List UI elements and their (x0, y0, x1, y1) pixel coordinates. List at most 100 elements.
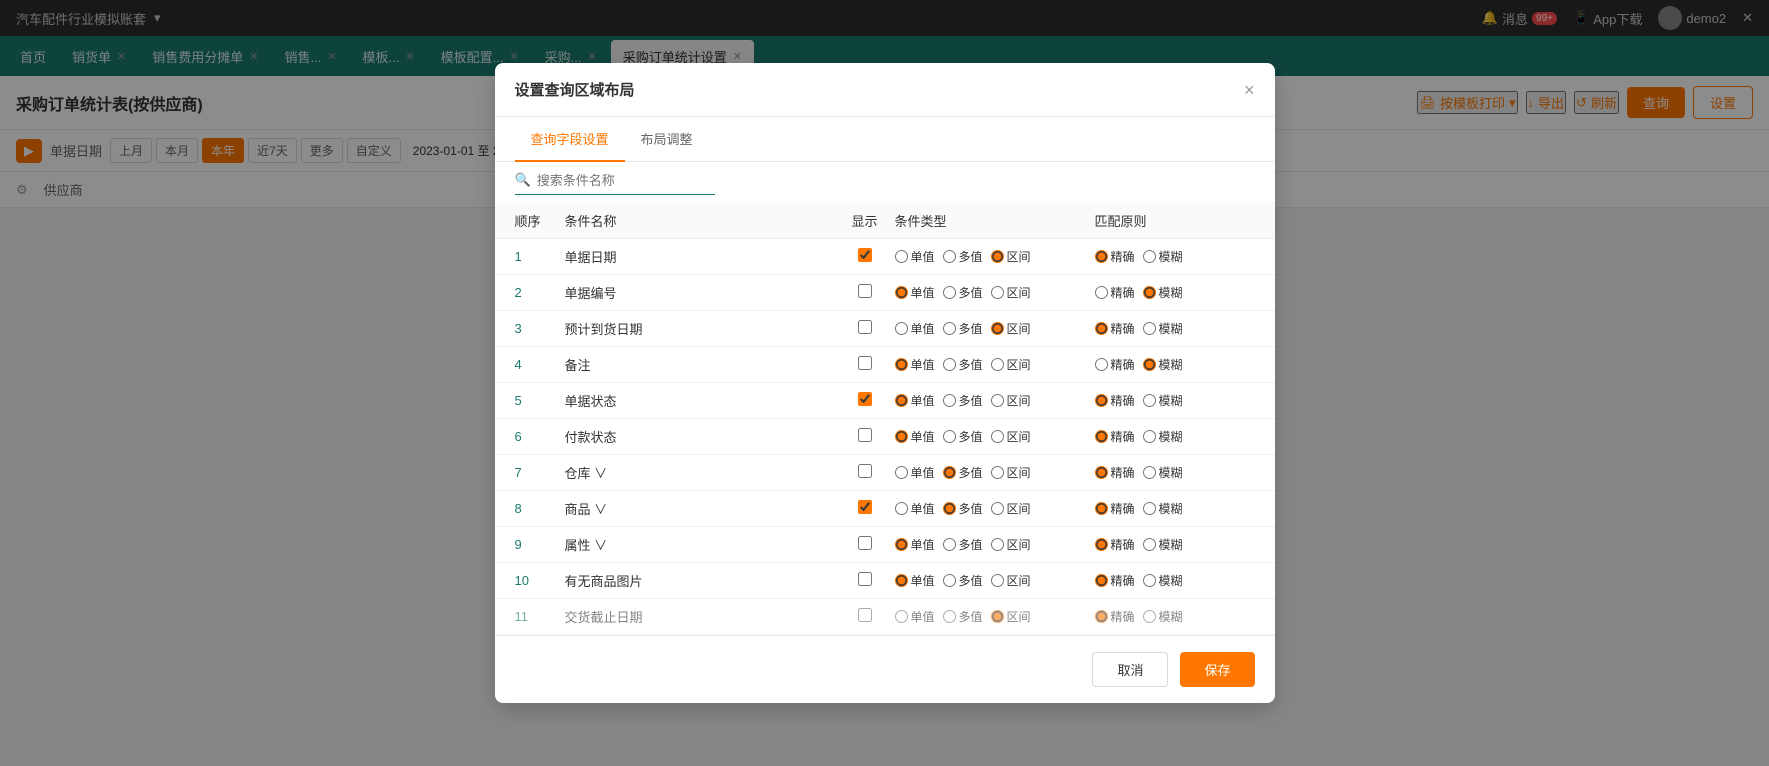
rule-radio-2-1[interactable] (1143, 322, 1156, 335)
display-checkbox-7[interactable] (858, 500, 872, 514)
rule-radio-7-1[interactable] (1143, 502, 1156, 515)
rule-radio-1-1[interactable] (1143, 286, 1156, 299)
rule-radio-10-0[interactable] (1095, 610, 1108, 623)
rule-radio-label-9-1[interactable]: 模糊 (1143, 572, 1183, 589)
type-radio-label-2-2[interactable]: 区间 (991, 320, 1031, 337)
type-radio-10-0[interactable] (895, 610, 908, 623)
type-radio-label-6-1[interactable]: 多值 (943, 464, 983, 481)
display-checkbox-10[interactable] (858, 608, 872, 622)
type-radio-3-0[interactable] (895, 358, 908, 371)
type-radio-label-9-1[interactable]: 多值 (943, 572, 983, 589)
type-radio-label-10-1[interactable]: 多值 (943, 608, 983, 625)
display-checkbox-5[interactable] (858, 428, 872, 442)
tab-query-settings[interactable]: 查询字段设置 (515, 117, 625, 162)
rule-radio-0-0[interactable] (1095, 250, 1108, 263)
type-radio-label-7-1[interactable]: 多值 (943, 500, 983, 517)
rule-radio-label-7-1[interactable]: 模糊 (1143, 500, 1183, 517)
type-radio-label-6-2[interactable]: 区间 (991, 464, 1031, 481)
type-radio-label-6-0[interactable]: 单值 (895, 464, 935, 481)
display-checkbox-3[interactable] (858, 356, 872, 370)
type-radio-2-0[interactable] (895, 322, 908, 335)
rule-radio-label-8-1[interactable]: 模糊 (1143, 536, 1183, 553)
type-radio-7-1[interactable] (943, 502, 956, 515)
display-checkbox-9[interactable] (858, 572, 872, 586)
type-radio-label-4-1[interactable]: 多值 (943, 392, 983, 409)
rule-radio-9-1[interactable] (1143, 574, 1156, 587)
rule-radio-label-1-1[interactable]: 模糊 (1143, 284, 1183, 301)
display-checkbox-2[interactable] (858, 320, 872, 334)
rule-radio-9-0[interactable] (1095, 574, 1108, 587)
rule-radio-label-0-1[interactable]: 模糊 (1143, 248, 1183, 265)
type-radio-label-3-0[interactable]: 单值 (895, 356, 935, 373)
type-radio-label-3-2[interactable]: 区间 (991, 356, 1031, 373)
tab-layout-adjust[interactable]: 布局调整 (625, 117, 709, 162)
rule-radio-8-1[interactable] (1143, 538, 1156, 551)
rule-radio-label-5-1[interactable]: 模糊 (1143, 428, 1183, 445)
type-radio-label-2-0[interactable]: 单值 (895, 320, 935, 337)
type-radio-6-0[interactable] (895, 466, 908, 479)
type-radio-9-1[interactable] (943, 574, 956, 587)
type-radio-label-5-1[interactable]: 多值 (943, 428, 983, 445)
rule-radio-4-1[interactable] (1143, 394, 1156, 407)
type-radio-8-1[interactable] (943, 538, 956, 551)
type-radio-2-1[interactable] (943, 322, 956, 335)
type-radio-label-1-1[interactable]: 多值 (943, 284, 983, 301)
rule-radio-3-1[interactable] (1143, 358, 1156, 371)
rule-radio-7-0[interactable] (1095, 502, 1108, 515)
type-radio-10-2[interactable] (991, 610, 1004, 623)
type-radio-label-0-0[interactable]: 单值 (895, 248, 935, 265)
type-radio-label-4-0[interactable]: 单值 (895, 392, 935, 409)
rule-radio-label-6-0[interactable]: 精确 (1095, 464, 1135, 481)
type-radio-label-4-2[interactable]: 区间 (991, 392, 1031, 409)
rule-radio-label-0-0[interactable]: 精确 (1095, 248, 1135, 265)
type-radio-label-0-2[interactable]: 区间 (991, 248, 1031, 265)
type-radio-label-2-1[interactable]: 多值 (943, 320, 983, 337)
display-checkbox-0[interactable] (858, 248, 872, 262)
rule-radio-label-4-1[interactable]: 模糊 (1143, 392, 1183, 409)
display-checkbox-4[interactable] (858, 392, 872, 406)
rule-radio-label-5-0[interactable]: 精确 (1095, 428, 1135, 445)
type-radio-1-0[interactable] (895, 286, 908, 299)
type-radio-5-2[interactable] (991, 430, 1004, 443)
type-radio-label-9-0[interactable]: 单值 (895, 572, 935, 589)
type-radio-4-0[interactable] (895, 394, 908, 407)
type-radio-label-8-1[interactable]: 多值 (943, 536, 983, 553)
rule-radio-1-0[interactable] (1095, 286, 1108, 299)
type-radio-3-2[interactable] (991, 358, 1004, 371)
type-radio-7-2[interactable] (991, 502, 1004, 515)
type-radio-label-7-2[interactable]: 区间 (991, 500, 1031, 517)
type-radio-5-1[interactable] (943, 430, 956, 443)
display-checkbox-6[interactable] (858, 464, 872, 478)
type-radio-10-1[interactable] (943, 610, 956, 623)
rule-radio-label-10-1[interactable]: 模糊 (1143, 608, 1183, 625)
type-radio-label-1-2[interactable]: 区间 (991, 284, 1031, 301)
type-radio-label-10-2[interactable]: 区间 (991, 608, 1031, 625)
type-radio-label-8-2[interactable]: 区间 (991, 536, 1031, 553)
type-radio-label-10-0[interactable]: 单值 (895, 608, 935, 625)
rule-radio-label-7-0[interactable]: 精确 (1095, 500, 1135, 517)
search-input[interactable] (537, 173, 715, 188)
cancel-button[interactable]: 取消 (1092, 652, 1168, 687)
type-radio-4-2[interactable] (991, 394, 1004, 407)
type-radio-1-1[interactable] (943, 286, 956, 299)
rule-radio-label-8-0[interactable]: 精确 (1095, 536, 1135, 553)
type-radio-label-0-1[interactable]: 多值 (943, 248, 983, 265)
rule-radio-5-0[interactable] (1095, 430, 1108, 443)
type-radio-label-7-0[interactable]: 单值 (895, 500, 935, 517)
save-button[interactable]: 保存 (1180, 652, 1254, 687)
rule-radio-label-3-0[interactable]: 精确 (1095, 356, 1135, 373)
rule-radio-10-1[interactable] (1143, 610, 1156, 623)
type-radio-7-0[interactable] (895, 502, 908, 515)
type-radio-3-1[interactable] (943, 358, 956, 371)
type-radio-label-9-2[interactable]: 区间 (991, 572, 1031, 589)
rule-radio-2-0[interactable] (1095, 322, 1108, 335)
rule-radio-3-0[interactable] (1095, 358, 1108, 371)
type-radio-8-2[interactable] (991, 538, 1004, 551)
type-radio-label-5-2[interactable]: 区间 (991, 428, 1031, 445)
rule-radio-8-0[interactable] (1095, 538, 1108, 551)
type-radio-6-2[interactable] (991, 466, 1004, 479)
type-radio-0-0[interactable] (895, 250, 908, 263)
display-checkbox-1[interactable] (858, 284, 872, 298)
type-radio-1-2[interactable] (991, 286, 1004, 299)
rule-radio-label-6-1[interactable]: 模糊 (1143, 464, 1183, 481)
